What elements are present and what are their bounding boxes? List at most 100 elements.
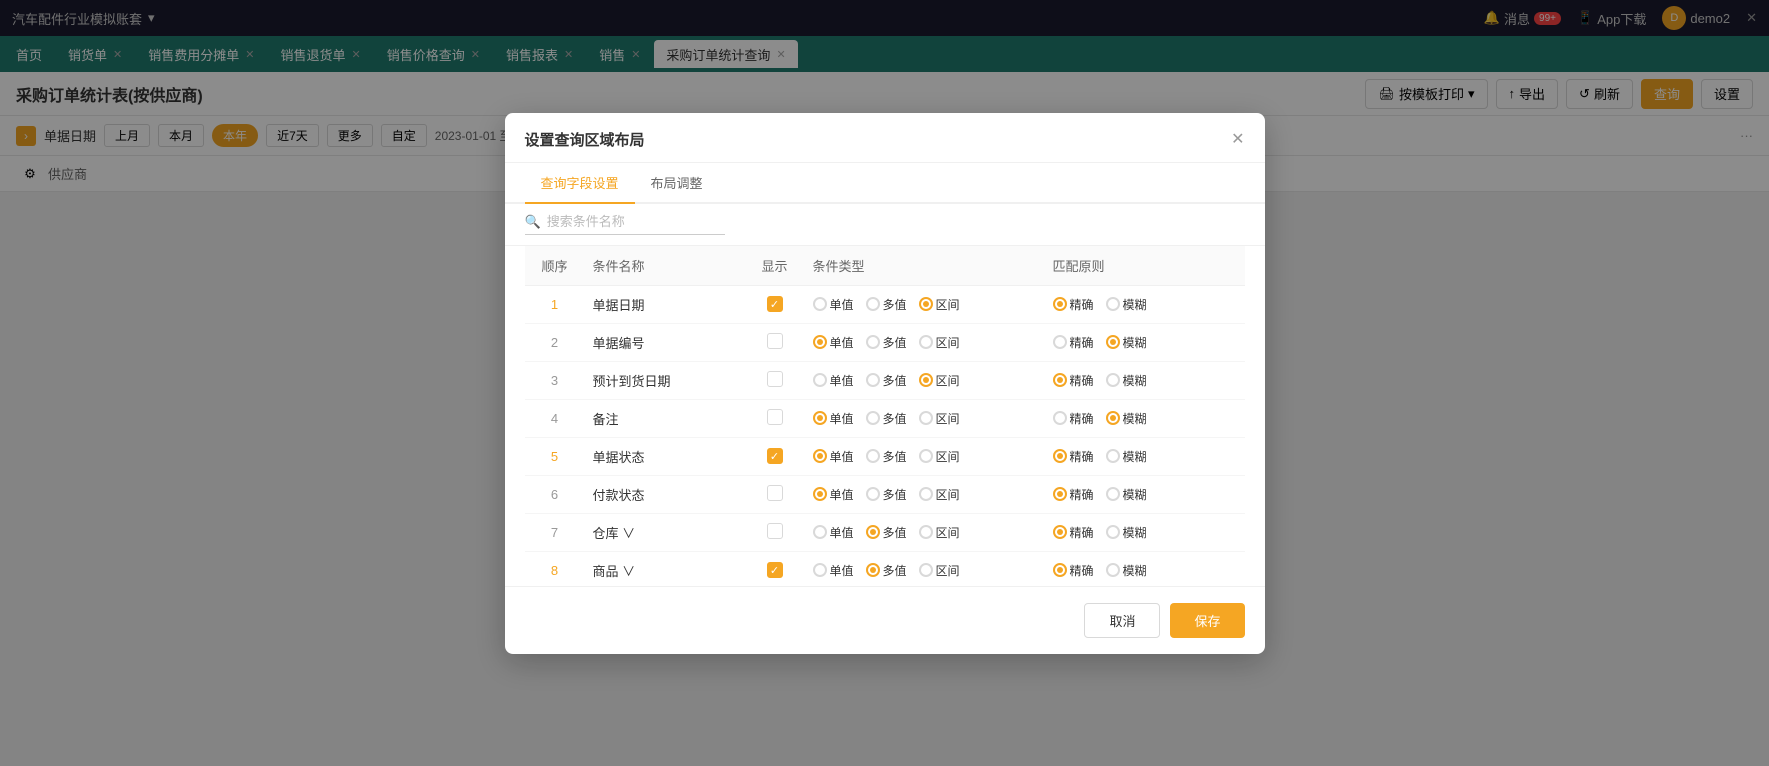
type-radio-option[interactable]: 区间 bbox=[919, 562, 960, 579]
radio-btn[interactable] bbox=[813, 297, 827, 311]
type-radio-option[interactable]: 区间 bbox=[919, 334, 960, 351]
tab-query-fields[interactable]: 查询字段设置 bbox=[525, 163, 635, 204]
radio-btn[interactable] bbox=[1053, 411, 1067, 425]
radio-btn[interactable] bbox=[813, 335, 827, 349]
type-radio-option[interactable]: 多值 bbox=[866, 372, 907, 389]
match-radio-option[interactable]: 精确 bbox=[1053, 524, 1094, 541]
save-btn[interactable]: 保存 bbox=[1170, 603, 1244, 638]
type-radio-option[interactable]: 单值 bbox=[813, 372, 854, 389]
type-radio-option[interactable]: 多值 bbox=[866, 296, 907, 313]
radio-btn[interactable] bbox=[866, 411, 880, 425]
radio-btn[interactable] bbox=[1053, 449, 1067, 463]
radio-btn[interactable] bbox=[919, 411, 933, 425]
type-radio-option[interactable]: 区间 bbox=[919, 486, 960, 503]
radio-btn[interactable] bbox=[1053, 563, 1067, 577]
display-checkbox[interactable] bbox=[767, 485, 783, 501]
display-checkbox[interactable] bbox=[767, 409, 783, 425]
radio-btn[interactable] bbox=[813, 525, 827, 539]
match-radio-option[interactable]: 精确 bbox=[1053, 562, 1094, 579]
cancel-btn[interactable]: 取消 bbox=[1084, 603, 1160, 638]
type-radio-option[interactable]: 多值 bbox=[866, 562, 907, 579]
type-radio-option[interactable]: 单值 bbox=[813, 562, 854, 579]
display-checkbox[interactable] bbox=[767, 333, 783, 349]
radio-btn[interactable] bbox=[1106, 449, 1120, 463]
radio-btn[interactable] bbox=[1106, 487, 1120, 501]
radio-btn[interactable] bbox=[1053, 487, 1067, 501]
radio-btn[interactable] bbox=[919, 449, 933, 463]
radio-label: 多值 bbox=[883, 562, 907, 579]
search-input[interactable] bbox=[547, 214, 707, 229]
radio-btn[interactable] bbox=[866, 335, 880, 349]
radio-label: 多值 bbox=[883, 524, 907, 541]
radio-btn[interactable] bbox=[919, 563, 933, 577]
radio-btn[interactable] bbox=[919, 525, 933, 539]
type-radio-option[interactable]: 多值 bbox=[866, 410, 907, 427]
display-checkbox[interactable] bbox=[767, 448, 783, 464]
radio-btn[interactable] bbox=[919, 373, 933, 387]
type-radio-option[interactable]: 多值 bbox=[866, 524, 907, 541]
match-radio-option[interactable]: 精确 bbox=[1053, 296, 1094, 313]
radio-btn[interactable] bbox=[1106, 373, 1120, 387]
radio-btn[interactable] bbox=[1053, 297, 1067, 311]
tab-layout-adjust[interactable]: 布局调整 bbox=[635, 163, 719, 204]
type-radio-option[interactable]: 单值 bbox=[813, 334, 854, 351]
radio-btn[interactable] bbox=[1053, 525, 1067, 539]
radio-label: 模糊 bbox=[1123, 372, 1147, 389]
display-checkbox[interactable] bbox=[767, 296, 783, 312]
match-radio-option[interactable]: 精确 bbox=[1053, 410, 1094, 427]
radio-btn[interactable] bbox=[866, 297, 880, 311]
radio-btn[interactable] bbox=[813, 449, 827, 463]
type-radio-option[interactable]: 单值 bbox=[813, 486, 854, 503]
radio-btn[interactable] bbox=[1106, 335, 1120, 349]
radio-btn[interactable] bbox=[866, 449, 880, 463]
match-radio-option[interactable]: 模糊 bbox=[1106, 334, 1147, 351]
type-radio-option[interactable]: 区间 bbox=[919, 372, 960, 389]
table-row: 1单据日期单值多值区间精确模糊 bbox=[525, 285, 1245, 323]
type-radio-option[interactable]: 多值 bbox=[866, 448, 907, 465]
match-radio-option[interactable]: 模糊 bbox=[1106, 296, 1147, 313]
type-radio-option[interactable]: 单值 bbox=[813, 448, 854, 465]
radio-btn[interactable] bbox=[813, 487, 827, 501]
type-radio-option[interactable]: 区间 bbox=[919, 524, 960, 541]
match-radio-option[interactable]: 精确 bbox=[1053, 334, 1094, 351]
radio-btn[interactable] bbox=[919, 297, 933, 311]
radio-btn[interactable] bbox=[1106, 525, 1120, 539]
match-radio-option[interactable]: 模糊 bbox=[1106, 448, 1147, 465]
radio-btn[interactable] bbox=[1106, 411, 1120, 425]
dialog-close-btn[interactable]: ✕ bbox=[1231, 129, 1244, 149]
row-name: 预计到货日期 bbox=[585, 361, 745, 399]
radio-btn[interactable] bbox=[813, 411, 827, 425]
radio-btn[interactable] bbox=[813, 373, 827, 387]
radio-btn[interactable] bbox=[866, 563, 880, 577]
table-row: 8商品 ∨单值多值区间精确模糊 bbox=[525, 551, 1245, 586]
match-radio-option[interactable]: 精确 bbox=[1053, 448, 1094, 465]
radio-btn[interactable] bbox=[919, 335, 933, 349]
match-radio-option[interactable]: 精确 bbox=[1053, 486, 1094, 503]
match-radio-option[interactable]: 模糊 bbox=[1106, 410, 1147, 427]
type-radio-option[interactable]: 多值 bbox=[866, 334, 907, 351]
radio-btn[interactable] bbox=[866, 373, 880, 387]
type-radio-option[interactable]: 单值 bbox=[813, 296, 854, 313]
type-radio-option[interactable]: 多值 bbox=[866, 486, 907, 503]
match-radio-option[interactable]: 模糊 bbox=[1106, 372, 1147, 389]
match-radio-option[interactable]: 模糊 bbox=[1106, 562, 1147, 579]
match-radio-option[interactable]: 模糊 bbox=[1106, 486, 1147, 503]
type-radio-option[interactable]: 单值 bbox=[813, 524, 854, 541]
match-radio-option[interactable]: 模糊 bbox=[1106, 524, 1147, 541]
radio-btn[interactable] bbox=[1106, 297, 1120, 311]
type-radio-option[interactable]: 区间 bbox=[919, 296, 960, 313]
radio-btn[interactable] bbox=[1053, 373, 1067, 387]
display-checkbox[interactable] bbox=[767, 523, 783, 539]
radio-btn[interactable] bbox=[919, 487, 933, 501]
type-radio-option[interactable]: 区间 bbox=[919, 448, 960, 465]
radio-btn[interactable] bbox=[813, 563, 827, 577]
type-radio-option[interactable]: 区间 bbox=[919, 410, 960, 427]
radio-btn[interactable] bbox=[866, 525, 880, 539]
radio-btn[interactable] bbox=[1053, 335, 1067, 349]
display-checkbox[interactable] bbox=[767, 371, 783, 387]
match-radio-option[interactable]: 精确 bbox=[1053, 372, 1094, 389]
radio-btn[interactable] bbox=[1106, 563, 1120, 577]
radio-btn[interactable] bbox=[866, 487, 880, 501]
type-radio-option[interactable]: 单值 bbox=[813, 410, 854, 427]
display-checkbox[interactable] bbox=[767, 562, 783, 578]
